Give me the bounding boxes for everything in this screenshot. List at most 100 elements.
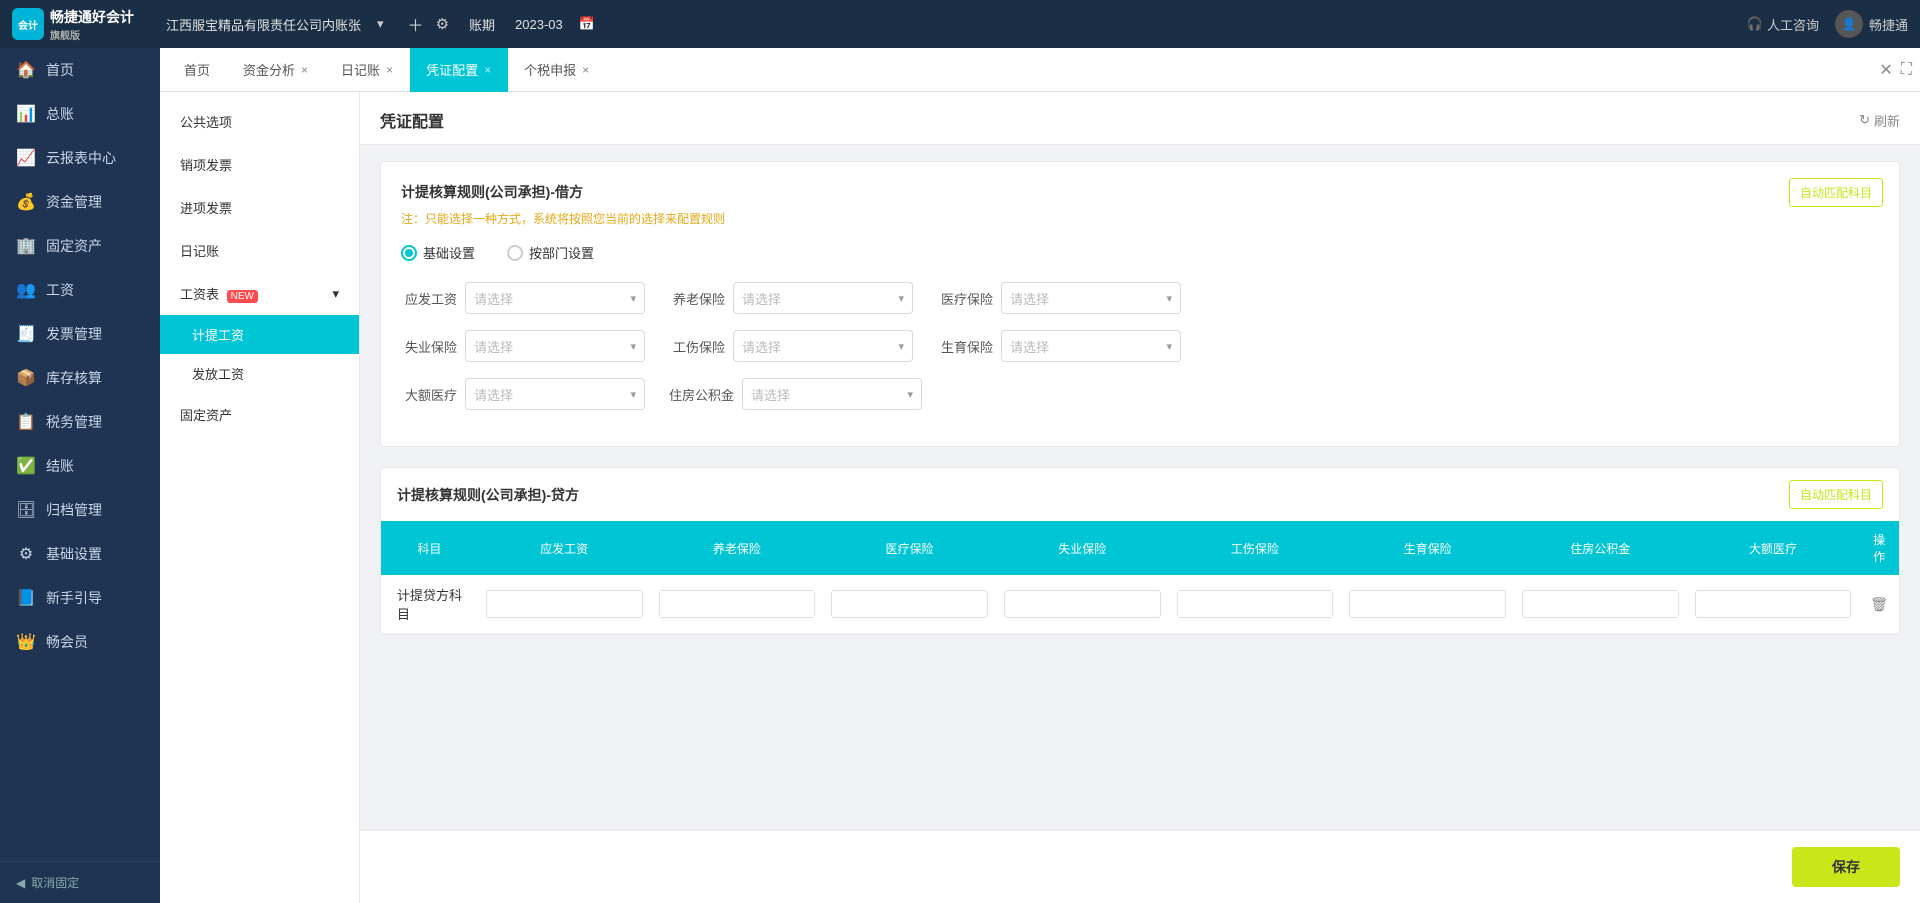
tab-home[interactable]: 首页 bbox=[168, 48, 227, 92]
left-nav-fixed-assets[interactable]: 固定资产 bbox=[160, 393, 359, 436]
select-gross-pay-placeholder: 请选择 bbox=[474, 289, 513, 308]
select-maternity[interactable]: 请选择 ▾ bbox=[1001, 330, 1181, 362]
input-unemployment[interactable] bbox=[1004, 590, 1161, 618]
td-pension-input bbox=[651, 575, 824, 634]
topbar: 会计 畅捷通好会计 旗舰版 江西服宝精品有限责任公司内账张 ▾ ＋ ⚙ 账期 2… bbox=[0, 0, 1920, 48]
left-nav-sales-invoice[interactable]: 销项发票 bbox=[160, 143, 359, 186]
td-medical-input bbox=[823, 575, 996, 634]
sidebar-item-inventory[interactable]: 📦 库存核算 bbox=[0, 356, 160, 400]
select-maternity-placeholder: 请选择 bbox=[1010, 337, 1049, 356]
guide-icon: 📘 bbox=[16, 588, 36, 608]
close-all-icon[interactable]: ✕ bbox=[1879, 60, 1892, 80]
sidebar-item-payroll[interactable]: 👥 工资 bbox=[0, 268, 160, 312]
sidebar-item-invoice[interactable]: 🧾 发票管理 bbox=[0, 312, 160, 356]
vip-icon: 👑 bbox=[16, 632, 36, 652]
debit-auto-match-btn[interactable]: 自动匹配科目 bbox=[1789, 178, 1883, 207]
sidebar-item-tax[interactable]: 📋 税务管理 bbox=[0, 400, 160, 444]
sidebar-item-vip[interactable]: 👑 畅会员 bbox=[0, 620, 160, 664]
td-subject-label: 计提贷方科目 bbox=[381, 575, 478, 634]
sidebar-item-guide[interactable]: 📘 新手引导 bbox=[0, 576, 160, 620]
service-btn[interactable]: 🎧 人工咨询 bbox=[1747, 15, 1819, 34]
left-nav-distribute[interactable]: 发放工资 bbox=[160, 354, 359, 393]
select-pension[interactable]: 请选择 ▾ bbox=[733, 282, 913, 314]
chevron-down-icon: ▾ bbox=[332, 286, 339, 302]
left-nav-accrual[interactable]: 计提工资 bbox=[160, 315, 359, 354]
salary-group-label: 工资表 NEW bbox=[180, 284, 258, 303]
radio-dept-circle bbox=[507, 245, 523, 261]
select-unemployment-placeholder: 请选择 bbox=[474, 337, 513, 356]
save-button[interactable]: 保存 bbox=[1792, 847, 1900, 887]
select-housing-fund-placeholder: 请选择 bbox=[751, 385, 790, 404]
label-injury: 工伤保险 bbox=[669, 337, 725, 356]
input-housing[interactable] bbox=[1522, 590, 1679, 618]
input-maternity[interactable] bbox=[1349, 590, 1506, 618]
company-dropdown-icon[interactable]: ▾ bbox=[377, 16, 384, 32]
input-pension[interactable] bbox=[659, 590, 816, 618]
left-nav-purchase-invoice[interactable]: 进项发票 bbox=[160, 186, 359, 229]
select-gross-pay[interactable]: 请选择 ▾ bbox=[465, 282, 645, 314]
radio-basic-label: 基础设置 bbox=[423, 243, 475, 262]
sidebar-item-close[interactable]: ✅ 结账 bbox=[0, 444, 160, 488]
expand-icon[interactable]: ⛶ bbox=[1901, 61, 1912, 79]
sidebar-item-home[interactable]: 🏠 首页 bbox=[0, 48, 160, 92]
th-major-medical: 大额医疗 bbox=[1687, 521, 1860, 575]
radio-dept[interactable]: 按部门设置 bbox=[507, 243, 594, 262]
topbar-right: 🎧 人工咨询 👤 畅捷通 bbox=[1747, 10, 1908, 38]
debit-form-row-3: 大额医疗 请选择 ▾ 住房公积金 请选择 ▾ bbox=[401, 378, 1879, 410]
delete-row-icon[interactable]: 🗑 bbox=[1870, 596, 1888, 612]
label-housing-fund: 住房公积金 bbox=[669, 385, 734, 404]
right-content: 凭证配置 ↻ 刷新 计提核算规则(公司承担)-借方 注：只能选择一种方式，系统将… bbox=[360, 92, 1920, 903]
tab-voucher-close[interactable]: × bbox=[484, 63, 491, 77]
fixed-assets-icon: 🏢 bbox=[16, 236, 36, 256]
home-icon: 🏠 bbox=[16, 60, 36, 80]
sidebar-item-settings[interactable]: ⚙ 基础设置 bbox=[0, 532, 160, 576]
input-gross-pay[interactable] bbox=[486, 590, 643, 618]
select-housing-fund[interactable]: 请选择 ▾ bbox=[742, 378, 922, 410]
user-menu[interactable]: 👤 畅捷通 bbox=[1835, 10, 1908, 38]
radio-basic[interactable]: 基础设置 bbox=[401, 243, 475, 262]
select-injury-arrow: ▾ bbox=[898, 340, 904, 353]
credit-auto-match-btn[interactable]: 自动匹配科目 bbox=[1789, 480, 1883, 509]
th-unemployment: 失业保险 bbox=[996, 521, 1169, 575]
refresh-btn[interactable]: ↻ 刷新 bbox=[1859, 111, 1900, 130]
select-injury[interactable]: 请选择 ▾ bbox=[733, 330, 913, 362]
sidebar-label-settings: 基础设置 bbox=[46, 544, 102, 564]
left-nav-salary-header[interactable]: 工资表 NEW ▾ bbox=[160, 272, 359, 315]
tab-voucher[interactable]: 凭证配置 × bbox=[410, 48, 508, 92]
tabbar: 首页 资金分析 × 日记账 × 凭证配置 × 个税申报 × ✕ ⛶ bbox=[160, 48, 1920, 92]
th-pension: 养老保险 bbox=[651, 521, 824, 575]
sidebar-item-reports[interactable]: 📈 云报表中心 bbox=[0, 136, 160, 180]
tab-diary-close[interactable]: × bbox=[386, 63, 393, 77]
th-subject: 科目 bbox=[381, 521, 478, 575]
sidebar-item-archive[interactable]: 🗄 归档管理 bbox=[0, 488, 160, 532]
add-book-icon[interactable]: ＋ bbox=[408, 12, 424, 36]
input-injury[interactable] bbox=[1177, 590, 1334, 618]
input-medical[interactable] bbox=[831, 590, 988, 618]
field-housing-fund: 住房公积金 请选择 ▾ bbox=[669, 378, 922, 410]
cancel-fixed-btn[interactable]: ◀ 取消固定 bbox=[0, 861, 160, 903]
input-major-medical[interactable] bbox=[1695, 590, 1852, 618]
sidebar-item-fixed-assets[interactable]: 🏢 固定资产 bbox=[0, 224, 160, 268]
left-nav-diary[interactable]: 日记账 bbox=[160, 229, 359, 272]
sidebar-item-ledger[interactable]: 📊 总账 bbox=[0, 92, 160, 136]
select-unemployment[interactable]: 请选择 ▾ bbox=[465, 330, 645, 362]
debit-section-note: 注：只能选择一种方式，系统将按照您当前的选择来配置规则 bbox=[401, 210, 1879, 227]
tab-tax[interactable]: 个税申报 × bbox=[508, 48, 606, 92]
logo-icon: 会计 bbox=[12, 8, 44, 40]
left-nav-public[interactable]: 公共选项 bbox=[160, 100, 359, 143]
calendar-icon[interactable]: 📅 bbox=[579, 16, 595, 32]
field-major-medical: 大额医疗 请选择 ▾ bbox=[401, 378, 645, 410]
select-major-medical[interactable]: 请选择 ▾ bbox=[465, 378, 645, 410]
tab-diary[interactable]: 日记账 × bbox=[325, 48, 410, 92]
tab-tax-close[interactable]: × bbox=[582, 63, 589, 77]
select-medical[interactable]: 请选择 ▾ bbox=[1001, 282, 1181, 314]
tab-funds[interactable]: 资金分析 × bbox=[227, 48, 325, 92]
credit-section-title: 计提核算规则(公司承担)-贷方 bbox=[397, 485, 579, 505]
settings-icon[interactable]: ⚙ bbox=[436, 15, 449, 33]
sidebar-item-funds[interactable]: 💰 资金管理 bbox=[0, 180, 160, 224]
sidebar-label-payroll: 工资 bbox=[46, 280, 74, 300]
logo-title: 畅捷通好会计 bbox=[50, 9, 134, 25]
tab-funds-close[interactable]: × bbox=[301, 63, 308, 77]
sidebar-label-home: 首页 bbox=[46, 60, 74, 80]
page-body: 计提核算规则(公司承担)-借方 注：只能选择一种方式，系统将按照您当前的选择来配… bbox=[360, 145, 1920, 830]
